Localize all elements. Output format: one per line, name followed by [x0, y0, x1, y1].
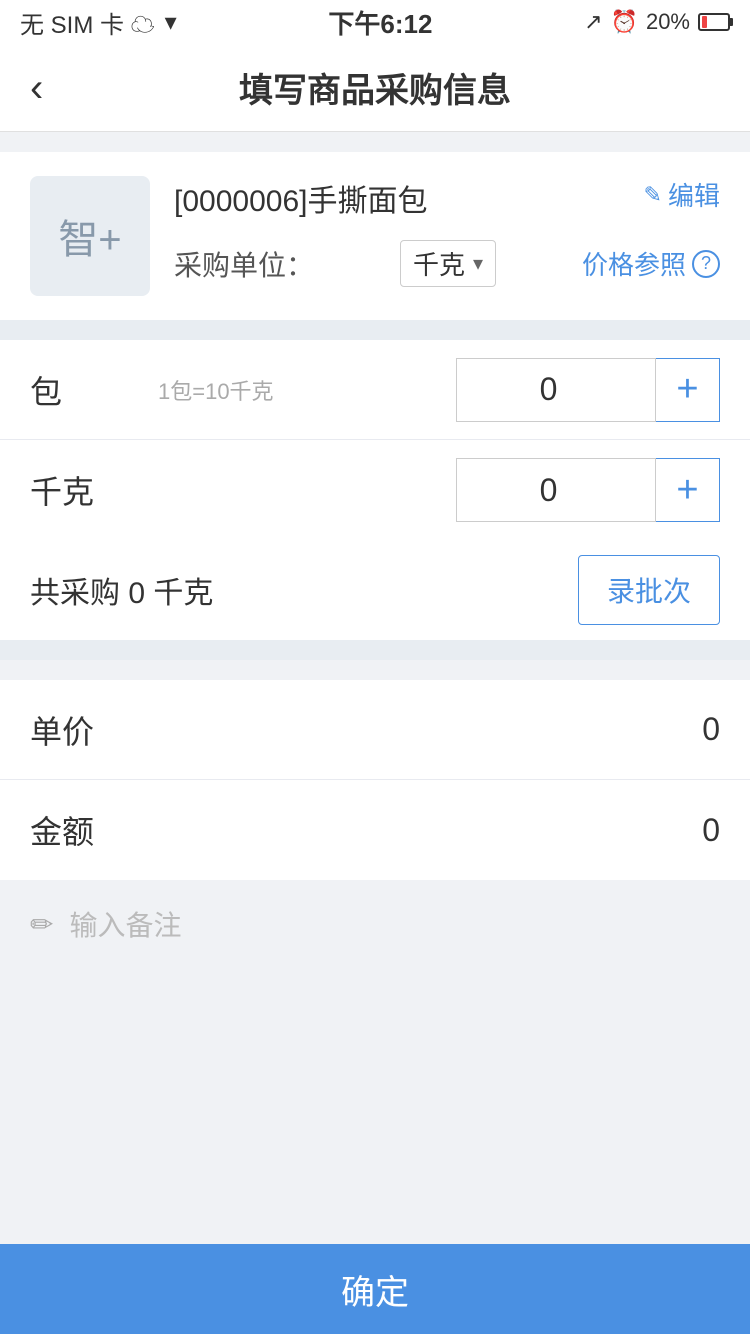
input-field-wrap-bao: + — [456, 358, 720, 422]
section-divider-2 — [0, 640, 750, 660]
input-section: 包 1包=10千克 + 千克 + — [0, 340, 750, 540]
wifi-icon: ▾ — [165, 8, 177, 37]
input-hint-bao: 1包=10千克 — [158, 374, 456, 406]
summary-amount: 0 — [128, 577, 145, 610]
batch-button[interactable]: 录批次 — [578, 555, 720, 625]
input-label-bao: 包 — [30, 367, 150, 413]
edit-icon: ✎ — [644, 182, 662, 208]
input-row-bao: 包 1包=10千克 + — [0, 340, 750, 440]
location-icon: ↗ — [584, 9, 602, 35]
price-value-unit: 0 — [702, 711, 720, 748]
notes-placeholder: 输入备注 — [69, 904, 181, 944]
pencil-icon: ✏ — [30, 908, 53, 941]
page-title: 填写商品采购信息 — [239, 63, 511, 112]
price-label-unit: 单价 — [30, 707, 94, 753]
status-right: ↗ ⏰ 20% — [584, 9, 730, 35]
plus-button-bao[interactable]: + — [656, 358, 720, 422]
help-icon: ? — [692, 250, 720, 278]
section-divider-1 — [0, 320, 750, 340]
price-value-amount: 0 — [702, 812, 720, 849]
notes-section[interactable]: ✏ 输入备注 — [0, 880, 750, 968]
alarm-icon: ⏰ — [611, 9, 638, 35]
input-row-kg: 千克 + — [0, 440, 750, 540]
nav-bar: ‹ 填写商品采购信息 — [0, 44, 750, 132]
product-info: [0000006]手撕面包 ✎ 编辑 采购单位： 千克 ▾ 价格参照 ? — [174, 176, 720, 287]
price-section: 单价 0 金额 0 — [0, 680, 750, 880]
unit-prefix-label: 采购单位： — [174, 244, 314, 284]
summary-text: 共采购 0 千克 — [30, 568, 213, 612]
edit-button[interactable]: ✎ 编辑 — [644, 176, 720, 213]
status-time: 下午6:12 — [328, 4, 432, 41]
purchase-unit-row: 采购单位： 千克 ▾ 价格参照 ? — [174, 240, 720, 287]
price-ref-button[interactable]: 价格参照 ? — [582, 245, 720, 282]
product-name-row: [0000006]手撕面包 ✎ 编辑 — [174, 176, 720, 220]
product-image: 智+ — [30, 176, 150, 296]
price-label-amount: 金额 — [30, 807, 94, 853]
back-button[interactable]: ‹ — [30, 68, 43, 108]
plus-button-kg[interactable]: + — [656, 458, 720, 522]
unit-select[interactable]: 千克 ▾ — [400, 240, 496, 287]
summary-row: 共采购 0 千克 录批次 — [0, 540, 750, 640]
quantity-input-kg[interactable] — [456, 458, 656, 522]
price-row-unit: 单价 0 — [0, 680, 750, 780]
battery-percent: 20% — [646, 9, 690, 35]
quantity-input-bao[interactable] — [456, 358, 656, 422]
price-row-amount: 金额 0 — [0, 780, 750, 880]
product-name: [0000006]手撕面包 — [174, 176, 427, 220]
dropdown-arrow-icon: ▾ — [473, 251, 483, 276]
sim-label: 无 SIM 卡 ☁ — [20, 5, 155, 40]
input-label-kg: 千克 — [30, 467, 150, 513]
product-card: 智+ [0000006]手撕面包 ✎ 编辑 采购单位： 千克 ▾ 价格参照 ? — [0, 152, 750, 320]
confirm-button[interactable]: 确定 — [0, 1244, 750, 1334]
battery-icon — [698, 13, 730, 31]
input-field-wrap-kg: + — [456, 458, 720, 522]
status-bar: 无 SIM 卡 ☁ ▾ 下午6:12 ↗ ⏰ 20% — [0, 0, 750, 44]
status-left: 无 SIM 卡 ☁ ▾ — [20, 5, 177, 40]
summary-unit: 千克 — [153, 577, 213, 610]
product-logo: 智+ — [58, 207, 121, 265]
confirm-button-label: 确定 — [341, 1265, 409, 1314]
